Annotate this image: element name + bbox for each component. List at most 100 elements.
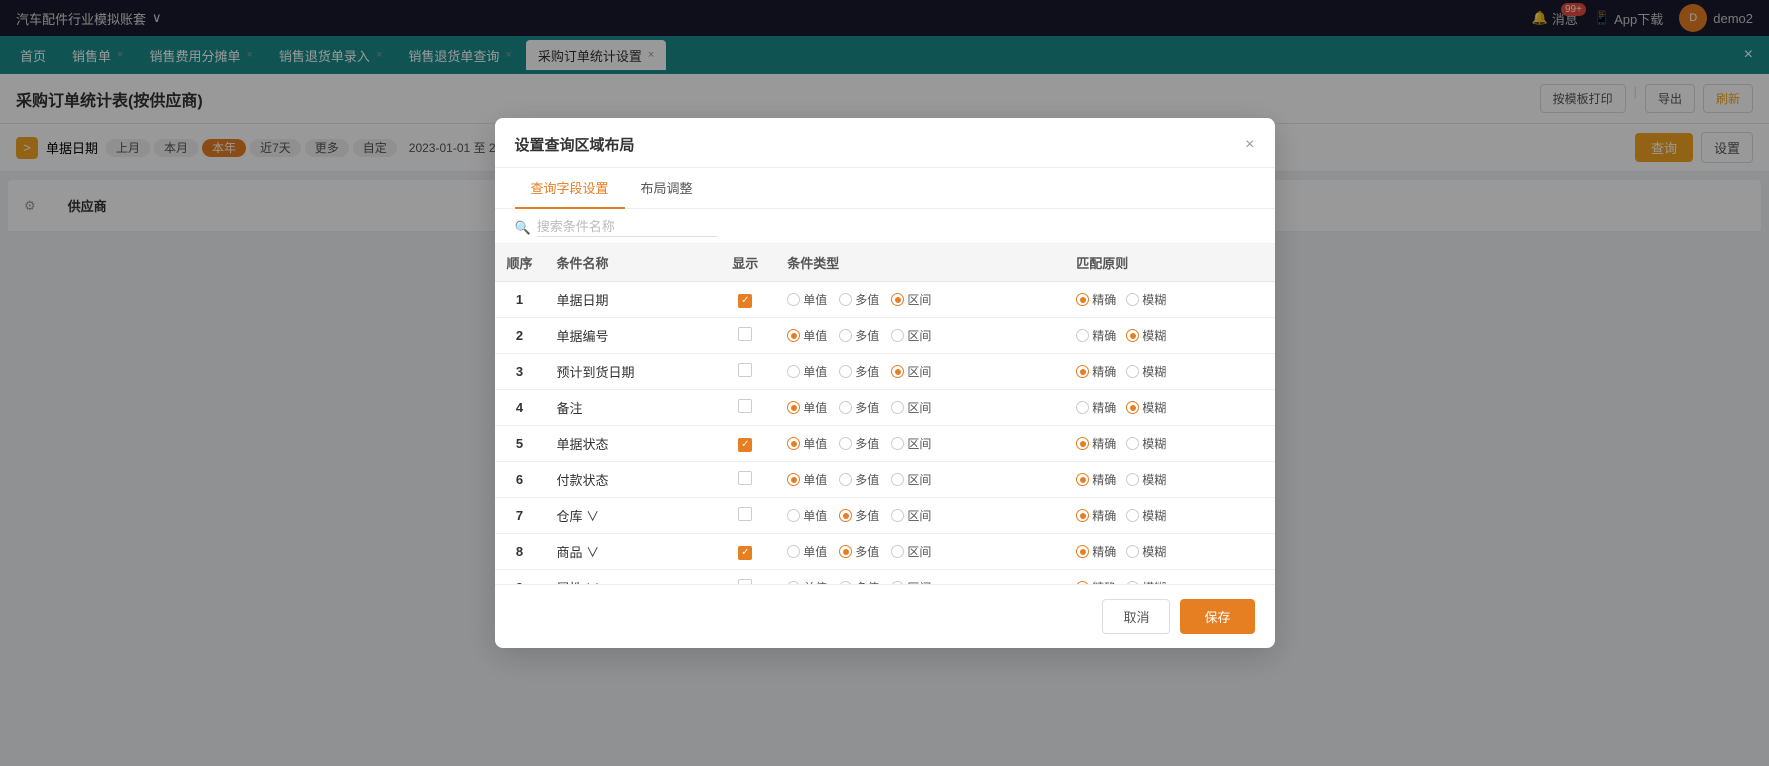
type-radio-type_multi[interactable]: 多值 [839, 327, 879, 344]
tab-query-fields[interactable]: 查询字段设置 [515, 168, 625, 209]
radio-label: 区间 [907, 435, 931, 452]
radio-dot [891, 293, 904, 306]
tab-layout-adjust[interactable]: 布局调整 [625, 168, 709, 209]
type-radio-type_single[interactable]: 单值 [787, 399, 827, 416]
match-radio-match_fuzzy[interactable]: 模糊 [1126, 327, 1166, 344]
radio-dot [891, 365, 904, 378]
cancel-button[interactable]: 取消 [1102, 599, 1170, 634]
radio-dot [787, 365, 800, 378]
settings-dialog: 设置查询区域布局 × 查询字段设置 布局调整 🔍 顺序 条件名称 显示 条件类型 [495, 118, 1275, 648]
type-radio-type_single[interactable]: 单值 [787, 363, 827, 380]
match-radio-match_exact[interactable]: 精确 [1076, 327, 1116, 344]
type-radio-type_range[interactable]: 区间 [891, 399, 931, 416]
cell-match: 精确模糊 [1064, 498, 1274, 534]
radio-label: 模糊 [1142, 363, 1166, 380]
radio-dot [891, 329, 904, 342]
type-radio-type_range[interactable]: 区间 [891, 543, 931, 560]
radio-label: 单值 [803, 363, 827, 380]
radio-dot [839, 473, 852, 486]
type-radio-type_single[interactable]: 单值 [787, 471, 827, 488]
type-radio-type_single[interactable]: 单值 [787, 327, 827, 344]
cell-match: 精确模糊 [1064, 462, 1274, 498]
cell-display [715, 534, 775, 570]
radio-label: 区间 [907, 507, 931, 524]
radio-dot [891, 437, 904, 450]
display-checkbox[interactable] [738, 294, 752, 308]
type-radio-type_range[interactable]: 区间 [891, 291, 931, 308]
match-radio-match_fuzzy[interactable]: 模糊 [1126, 435, 1166, 452]
display-checkbox[interactable] [738, 546, 752, 560]
match-radio-match_exact[interactable]: 精确 [1076, 435, 1116, 452]
table-scroll: 顺序 条件名称 显示 条件类型 匹配原则 1单据日期单值多值区间精确模糊2单据编… [495, 244, 1275, 584]
table-row: 9属性 ∨单值多值区间精确模糊 [495, 570, 1275, 585]
radio-label: 模糊 [1142, 399, 1166, 416]
radio-dot [787, 545, 800, 558]
match-radio-match_exact[interactable]: 精确 [1076, 507, 1116, 524]
type-radio-type_range[interactable]: 区间 [891, 471, 931, 488]
radio-label: 区间 [907, 471, 931, 488]
match-radio-match_exact[interactable]: 精确 [1076, 291, 1116, 308]
display-checkbox[interactable] [738, 327, 752, 341]
radio-label: 单值 [803, 327, 827, 344]
radio-dot [1076, 401, 1089, 414]
match-radio-match_fuzzy[interactable]: 模糊 [1126, 399, 1166, 416]
match-radio-match_fuzzy[interactable]: 模糊 [1126, 291, 1166, 308]
type-radio-type_range[interactable]: 区间 [891, 363, 931, 380]
th-type: 条件类型 [775, 244, 1064, 282]
match-radio-match_fuzzy[interactable]: 模糊 [1126, 471, 1166, 488]
display-checkbox[interactable] [738, 579, 752, 584]
type-radio-type_range[interactable]: 区间 [891, 327, 931, 344]
cell-order: 6 [495, 462, 545, 498]
type-radio-type_multi[interactable]: 多值 [839, 363, 879, 380]
type-radio-type_multi[interactable]: 多值 [839, 471, 879, 488]
type-radio-type_multi[interactable]: 多值 [839, 507, 879, 524]
radio-dot [1126, 293, 1139, 306]
cell-order: 8 [495, 534, 545, 570]
match-radio-match_exact[interactable]: 精确 [1076, 471, 1116, 488]
radio-label: 单值 [803, 399, 827, 416]
cell-match: 精确模糊 [1064, 282, 1274, 318]
radio-dot [1126, 365, 1139, 378]
display-checkbox[interactable] [738, 438, 752, 452]
match-radio-match_fuzzy[interactable]: 模糊 [1126, 363, 1166, 380]
type-radio-type_single[interactable]: 单值 [787, 507, 827, 524]
type-radio-type_multi[interactable]: 多值 [839, 399, 879, 416]
dialog-header: 设置查询区域布局 × [495, 118, 1275, 168]
radio-label: 多值 [855, 471, 879, 488]
display-checkbox[interactable] [738, 399, 752, 413]
radio-label: 精确 [1092, 327, 1116, 344]
radio-dot [839, 365, 852, 378]
match-radio-match_exact[interactable]: 精确 [1076, 543, 1116, 560]
th-name: 条件名称 [545, 244, 716, 282]
type-radio-type_multi[interactable]: 多值 [839, 291, 879, 308]
cell-order: 9 [495, 570, 545, 585]
display-checkbox[interactable] [738, 507, 752, 521]
dialog-close-button[interactable]: × [1245, 136, 1254, 154]
match-radio-match_exact[interactable]: 精确 [1076, 399, 1116, 416]
type-radio-type_range[interactable]: 区间 [891, 507, 931, 524]
cell-type: 单值多值区间 [775, 354, 1064, 390]
radio-label: 单值 [803, 471, 827, 488]
cell-name: 仓库 ∨ [545, 498, 716, 534]
match-radio-match_fuzzy[interactable]: 模糊 [1126, 543, 1166, 560]
type-radio-type_single[interactable]: 单值 [787, 291, 827, 308]
type-radio-type_range[interactable]: 区间 [891, 435, 931, 452]
cell-order: 4 [495, 390, 545, 426]
cell-type: 单值多值区间 [775, 318, 1064, 354]
type-radio-type_single[interactable]: 单值 [787, 543, 827, 560]
radio-label: 多值 [855, 543, 879, 560]
radio-dot [839, 509, 852, 522]
display-checkbox[interactable] [738, 363, 752, 377]
match-radio-match_fuzzy[interactable]: 模糊 [1126, 507, 1166, 524]
radio-label: 精确 [1092, 471, 1116, 488]
display-checkbox[interactable] [738, 471, 752, 485]
type-radio-type_multi[interactable]: 多值 [839, 435, 879, 452]
cell-display [715, 426, 775, 462]
cell-display [715, 282, 775, 318]
type-radio-type_multi[interactable]: 多值 [839, 543, 879, 560]
cell-order: 2 [495, 318, 545, 354]
type-radio-type_single[interactable]: 单值 [787, 435, 827, 452]
save-button[interactable]: 保存 [1180, 599, 1254, 634]
search-input[interactable] [537, 219, 717, 237]
match-radio-match_exact[interactable]: 精确 [1076, 363, 1116, 380]
